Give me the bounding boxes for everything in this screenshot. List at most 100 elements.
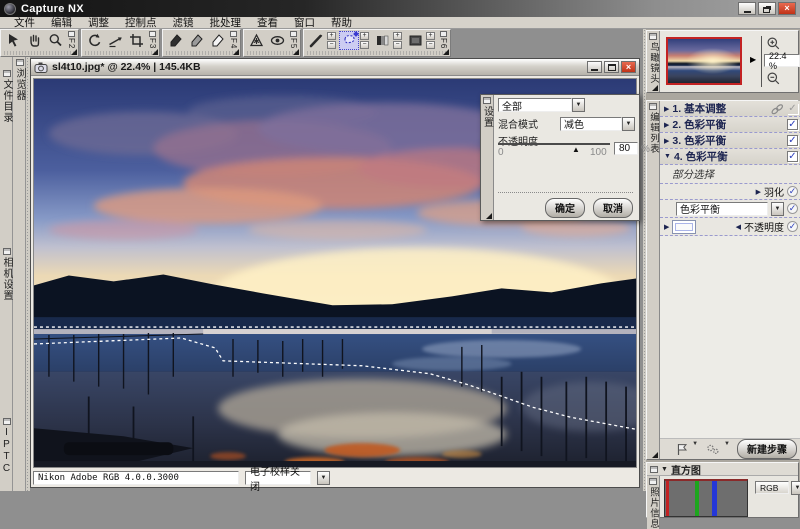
- edit-step-3[interactable]: ▶ 3. 色彩平衡 ✓: [660, 133, 800, 149]
- app-minimize-button[interactable]: [738, 2, 756, 15]
- rotate-tool-button[interactable]: [84, 31, 104, 50]
- ok-button[interactable]: 确定: [545, 198, 585, 218]
- step-enabled-checkbox[interactable]: ✓: [787, 151, 798, 162]
- menu-filter[interactable]: 滤镜: [165, 15, 202, 30]
- black-point-dropper-icon: [168, 33, 183, 48]
- adjustment-apply-toggle[interactable]: ✓: [787, 203, 798, 214]
- batch-gears-icon[interactable]: [705, 442, 721, 456]
- opacity-value-field[interactable]: 80: [614, 142, 638, 155]
- cancel-button[interactable]: 取消: [593, 198, 633, 218]
- lasso-tool-button[interactable]: [339, 31, 359, 50]
- menu-window[interactable]: 窗口: [286, 15, 323, 30]
- zoom-in-icon[interactable]: [766, 36, 781, 51]
- hand-tool-button[interactable]: [24, 31, 44, 50]
- opacity-slider-track[interactable]: [498, 143, 610, 145]
- opacity-apply-toggle[interactable]: ✓: [787, 221, 798, 232]
- feather-apply-toggle[interactable]: ✓: [787, 186, 798, 197]
- menu-view[interactable]: 查看: [249, 15, 286, 30]
- settings-panel-strip[interactable]: 设置: [481, 95, 494, 220]
- fill-plus-button[interactable]: +: [426, 32, 435, 40]
- toolbar-group-select: F2: [0, 29, 79, 57]
- zoom-tool-button[interactable]: [45, 31, 65, 50]
- fill-minus-button[interactable]: −: [426, 41, 435, 49]
- menu-file[interactable]: 文件: [6, 15, 43, 30]
- zoom-percent-field[interactable]: 22.4 %: [764, 54, 800, 67]
- boat: [64, 442, 173, 455]
- menu-adjust[interactable]: 调整: [80, 15, 117, 30]
- red-eye-control-point-button[interactable]: [267, 31, 287, 50]
- straighten-tool-button[interactable]: [105, 31, 125, 50]
- menu-batch[interactable]: 批处理: [202, 15, 250, 30]
- dots-texture: [246, 51, 298, 55]
- selection-fill-button[interactable]: [405, 31, 425, 50]
- sidebar-tab-browser[interactable]: 浏览器: [13, 59, 26, 101]
- sidebar-tab-camera-settings[interactable]: 相机设置: [0, 248, 13, 301]
- menu-edit[interactable]: 编辑: [43, 15, 80, 30]
- group-expand-corner[interactable]: [293, 49, 299, 55]
- birdseye-thumbnail[interactable]: [666, 37, 742, 85]
- edit-step-4[interactable]: ▼ 4. 色彩平衡 ✓: [660, 149, 800, 165]
- step-enabled-checkbox[interactable]: ✓: [787, 119, 798, 130]
- opacity-slider-marker[interactable]: ▲: [572, 145, 580, 154]
- image-maximize-button[interactable]: [604, 61, 619, 73]
- gradient-minus-button[interactable]: −: [393, 41, 402, 49]
- selection-gradient-button[interactable]: [372, 31, 392, 50]
- image-close-button[interactable]: ×: [621, 61, 636, 73]
- new-step-button[interactable]: 新建步骤: [737, 439, 797, 459]
- scope-dropdown-arrow[interactable]: ▼: [572, 98, 585, 112]
- group-expand-corner[interactable]: [233, 49, 239, 55]
- direct-select-tool-button[interactable]: [3, 31, 23, 50]
- image-window-titlebar[interactable]: sl4t10.jpg* @ 22.4% | 145.4KB ×: [31, 59, 639, 76]
- adjustment-dropdown[interactable]: 色彩平衡: [676, 202, 768, 216]
- channel-dropdown-arrow[interactable]: ▼: [791, 481, 800, 495]
- white-control-point-button[interactable]: [207, 31, 227, 50]
- neutral-control-point-button[interactable]: [186, 31, 206, 50]
- panel-icon: [3, 70, 11, 77]
- menu-help[interactable]: 帮助: [323, 15, 360, 30]
- brush-plus-button[interactable]: +: [327, 32, 336, 40]
- edit-step-1[interactable]: ▶ 1. 基本调整 ✓: [660, 101, 800, 117]
- opacity-row[interactable]: ▶ ◀ 不透明度 ✓: [660, 218, 800, 236]
- channel-dropdown[interactable]: RGB: [755, 481, 789, 494]
- group-expand-corner[interactable]: [443, 49, 449, 55]
- group-expand-corner[interactable]: [152, 49, 158, 55]
- app-close-button[interactable]: ×: [778, 2, 796, 15]
- version-flag-icon[interactable]: [675, 442, 689, 456]
- histogram-header[interactable]: ▼ 直方图: [647, 463, 798, 476]
- zoom-slider-handle[interactable]: ▶: [750, 55, 756, 64]
- gears-menu-arrow[interactable]: ▼: [724, 441, 730, 447]
- black-control-point-button[interactable]: [165, 31, 185, 50]
- step-enabled-checkbox[interactable]: ✓: [787, 103, 798, 114]
- lasso-minus-button[interactable]: −: [360, 41, 369, 49]
- app-window-buttons: ×: [738, 2, 796, 15]
- blend-mode-dropdown[interactable]: 减色: [560, 117, 622, 131]
- gradient-plus-button[interactable]: +: [393, 32, 402, 40]
- edit-step-2[interactable]: ▶ 2. 色彩平衡 ✓: [660, 117, 800, 133]
- blend-mode-dropdown-arrow[interactable]: ▼: [622, 117, 635, 131]
- maximize-icon: [608, 64, 616, 71]
- soft-proof-dropdown[interactable]: 电子校样关闭: [245, 471, 311, 485]
- step-enabled-checkbox[interactable]: ✓: [787, 135, 798, 146]
- app-restore-button[interactable]: [758, 2, 776, 15]
- lasso-plus-button[interactable]: +: [360, 32, 369, 40]
- soft-proof-dropdown-arrow[interactable]: ▼: [317, 471, 330, 485]
- lasso-steppers: + −: [360, 32, 369, 49]
- scope-dropdown[interactable]: 全部: [498, 98, 572, 112]
- adjustment-dropdown-arrow[interactable]: ▼: [771, 202, 784, 216]
- selection-brush-button[interactable]: [306, 31, 326, 50]
- brush-minus-button[interactable]: −: [327, 41, 336, 49]
- flag-menu-arrow[interactable]: ▼: [692, 441, 698, 447]
- image-minimize-button[interactable]: [587, 61, 602, 73]
- sidebar-tab-iptc[interactable]: IPTC: [0, 418, 13, 475]
- settings-dialog-content: 全部 ▼ 混合模式 减色 ▼ 不透明度 ▲ 0 100 80 % 确定 取消: [494, 95, 639, 220]
- photo-info-panel-strip[interactable]: 照片信息: [647, 476, 660, 529]
- zoom-slider-track[interactable]: [761, 36, 762, 87]
- feather-row[interactable]: ▶ 羽化 ✓: [660, 184, 800, 200]
- menu-control-points[interactable]: 控制点: [117, 15, 165, 30]
- slider-min-label: 0: [498, 147, 504, 158]
- group-expand-corner[interactable]: [71, 49, 77, 55]
- zoom-out-icon[interactable]: [766, 71, 781, 86]
- color-control-point-button[interactable]: [246, 31, 266, 50]
- birdseye-panel-strip[interactable]: 鸟瞰镜头: [647, 31, 660, 92]
- crop-tool-button[interactable]: [126, 31, 146, 50]
